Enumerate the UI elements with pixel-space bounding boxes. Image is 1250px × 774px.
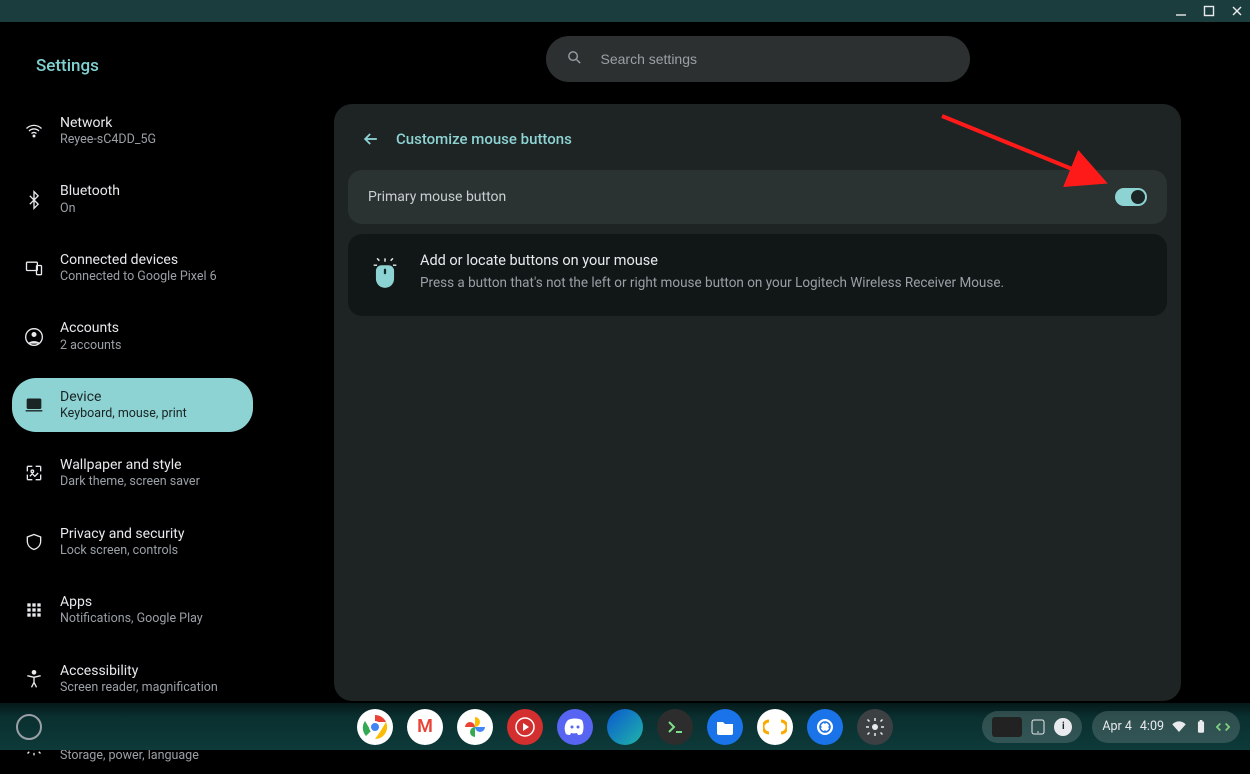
sidebar-item-label: Accounts xyxy=(60,319,121,337)
sidebar-item-sub: Connected to Google Pixel 6 xyxy=(60,269,217,285)
sidebar-item-connected-devices[interactable]: Connected devicesConnected to Google Pix… xyxy=(12,241,253,295)
account-icon xyxy=(24,327,44,347)
sidebar-item-label: Wallpaper and style xyxy=(60,456,200,474)
sidebar-item-network[interactable]: NetworkReyee-sC4DD_5G xyxy=(12,104,253,158)
wifi-status-icon xyxy=(1172,720,1186,734)
sidebar-item-accessibility[interactable]: AccessibilityScreen reader, magnificatio… xyxy=(12,652,253,706)
sidebar-item-accounts[interactable]: Accounts2 accounts xyxy=(12,309,253,363)
accessibility-icon xyxy=(24,669,44,689)
shield-icon xyxy=(24,532,44,552)
devices-icon xyxy=(24,258,44,278)
sidebar-item-sub: Reyee-sC4DD_5G xyxy=(60,132,156,148)
main-column: Customize mouse buttons Primary mouse bu… xyxy=(265,22,1250,703)
search-icon xyxy=(566,49,583,70)
sidebar-item-sub: Notifications, Google Play xyxy=(60,611,203,627)
window-minimize-button[interactable] xyxy=(1174,4,1188,18)
shelf-app-files[interactable] xyxy=(707,709,743,745)
sidebar-item-label: Bluetooth xyxy=(60,182,120,200)
phone-hub-icon xyxy=(992,717,1022,737)
shelf-app-youtube-music[interactable] xyxy=(507,709,543,745)
sidebar-item-label: Connected devices xyxy=(60,251,217,269)
sidebar-item-bluetooth[interactable]: BluetoothOn xyxy=(12,172,253,226)
sidebar-item-wallpaper[interactable]: Wallpaper and styleDark theme, screen sa… xyxy=(12,446,253,500)
sidebar-item-label: Network xyxy=(60,114,156,132)
sidebar-item-sub: Screen reader, magnification xyxy=(60,680,218,696)
sidebar-item-sub: Storage, power, language xyxy=(60,748,199,764)
window-close-button[interactable] xyxy=(1230,4,1244,18)
sidebar-item-sub: Keyboard, mouse, print xyxy=(60,406,187,422)
shelf-app-gmail[interactable]: M xyxy=(407,709,443,745)
apps-grid-icon xyxy=(24,600,44,620)
dev-mode-icon xyxy=(1216,720,1230,734)
mouse-locate-icon xyxy=(368,252,402,292)
sidebar-item-label: Privacy and security xyxy=(60,525,184,543)
panel-title: Customize mouse buttons xyxy=(396,130,572,148)
sidebar-item-sub: 2 accounts xyxy=(60,338,121,354)
shelf-app-colab[interactable] xyxy=(757,709,793,745)
shelf-app-terminal[interactable] xyxy=(657,709,693,745)
tablet-icon xyxy=(1030,719,1046,735)
back-button[interactable] xyxy=(360,128,382,150)
sidebar-item-label: Accessibility xyxy=(60,662,218,680)
window-maximize-button[interactable] xyxy=(1202,4,1216,18)
sidebar-item-label: Device xyxy=(60,388,187,406)
battery-status-icon xyxy=(1194,720,1208,734)
launcher-button[interactable] xyxy=(16,714,42,740)
locate-buttons-card: Add or locate buttons on your mouse Pres… xyxy=(348,234,1167,316)
sidebar-item-label: Apps xyxy=(60,593,203,611)
laptop-icon xyxy=(24,395,44,415)
shelf-app-edge[interactable] xyxy=(607,709,643,745)
shelf: M i Apr 4 4:09 xyxy=(0,703,1250,750)
search-input[interactable] xyxy=(601,51,950,67)
shelf-date: Apr 4 xyxy=(1102,719,1132,734)
locate-card-title: Add or locate buttons on your mouse xyxy=(420,252,1004,269)
sidebar-item-sub: On xyxy=(60,201,120,217)
shelf-tray-chip[interactable]: i xyxy=(982,711,1082,743)
window-titlebar xyxy=(0,0,1250,22)
primary-mouse-button-label: Primary mouse button xyxy=(368,189,506,205)
app-title: Settings xyxy=(12,42,253,104)
sidebar-item-device[interactable]: DeviceKeyboard, mouse, print xyxy=(12,378,253,432)
sidebar-item-sub: Lock screen, controls xyxy=(60,543,184,559)
search-bar[interactable] xyxy=(546,36,970,82)
wallpaper-icon xyxy=(24,463,44,483)
shelf-status-chip[interactable]: Apr 4 4:09 xyxy=(1092,711,1240,743)
sidebar-item-sub: Dark theme, screen saver xyxy=(60,474,200,490)
bluetooth-icon xyxy=(24,190,44,210)
primary-mouse-button-row: Primary mouse button xyxy=(348,170,1167,224)
shelf-time: 4:09 xyxy=(1140,719,1164,734)
primary-mouse-button-toggle[interactable] xyxy=(1115,188,1147,206)
settings-sidebar: Settings NetworkReyee-sC4DD_5G Bluetooth… xyxy=(0,22,265,703)
shelf-app-settings[interactable] xyxy=(857,709,893,745)
settings-panel: Customize mouse buttons Primary mouse bu… xyxy=(334,104,1181,701)
shelf-app-play[interactable] xyxy=(807,709,843,745)
shelf-app-photos[interactable] xyxy=(457,709,493,745)
shelf-app-chrome[interactable] xyxy=(357,709,393,745)
notification-badge: i xyxy=(1054,718,1072,736)
wifi-icon xyxy=(24,121,44,141)
sidebar-item-privacy[interactable]: Privacy and securityLock screen, control… xyxy=(12,515,253,569)
sidebar-item-apps[interactable]: AppsNotifications, Google Play xyxy=(12,583,253,637)
locate-card-sub: Press a button that's not the left or ri… xyxy=(420,275,1004,291)
shelf-app-discord[interactable] xyxy=(557,709,593,745)
shelf-apps: M xyxy=(357,709,893,745)
